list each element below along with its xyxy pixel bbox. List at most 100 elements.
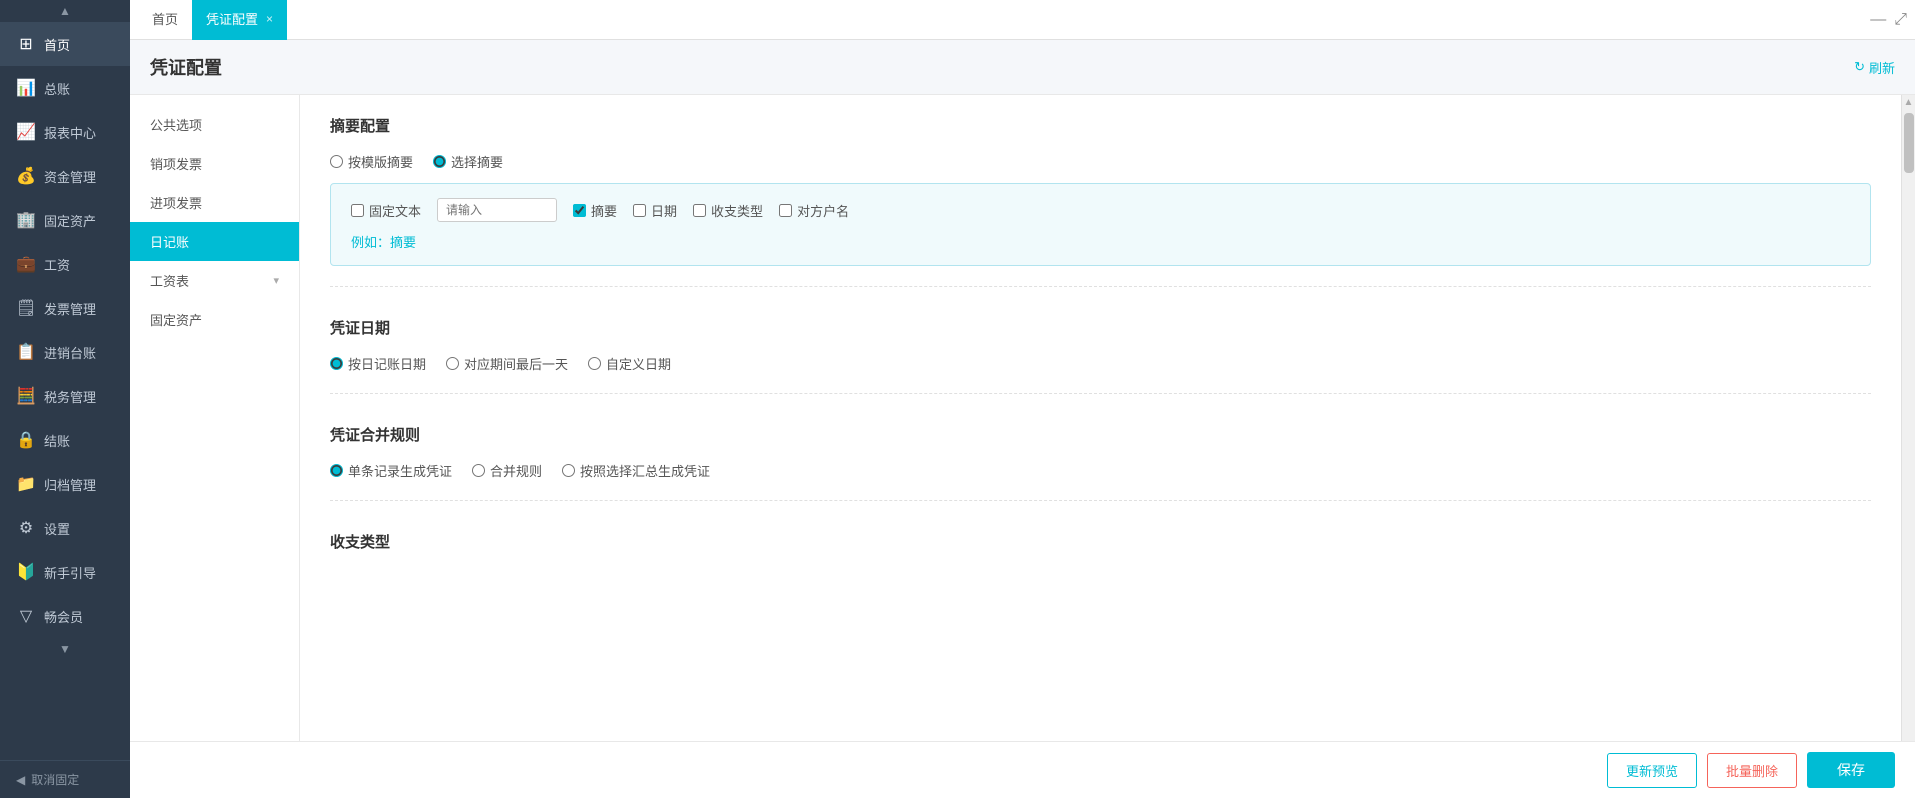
sidebar-item-report[interactable]: 📈 报表中心 (0, 110, 130, 154)
summary-checkbox-row: 固定文本 摘要 日期 收支类型 (351, 198, 1850, 222)
nav-item-journal[interactable]: 日记账 (130, 222, 299, 261)
checkbox-date[interactable]: 日期 (633, 201, 677, 220)
fund-icon: 💰 (16, 166, 36, 186)
scroll-up-arrow[interactable]: ▲ (1902, 95, 1915, 109)
guide-icon: 🔰 (16, 562, 36, 582)
sidebar-item-home[interactable]: ⊞ 首页 (0, 22, 130, 66)
merge-radio-by-selection[interactable]: 按照选择汇总生成凭证 (562, 461, 710, 480)
ledger-icon: 📊 (16, 78, 36, 98)
left-nav: 公共选项 销项发票 进项发票 日记账 工资表 ▾ 固定资产 (130, 95, 300, 741)
nav-item-purchase-invoice[interactable]: 进项发票 (130, 183, 299, 222)
checkbox-fixed-text[interactable]: 固定文本 (351, 201, 421, 220)
summary-select-radio[interactable] (433, 155, 446, 168)
sidebar-item-ledger[interactable]: 📊 总账 (0, 66, 130, 110)
summary-example: 例如：摘要 (351, 232, 1850, 251)
date-radio-custom[interactable]: 自定义日期 (588, 354, 671, 373)
minimize-button[interactable]: — (1870, 11, 1886, 29)
member-icon: ▽ (16, 606, 36, 626)
merge-selection-radio[interactable] (562, 464, 575, 477)
sidebar-item-tax[interactable]: 🧮 税务管理 (0, 374, 130, 418)
tab-voucher-config[interactable]: 凭证配置 × (192, 0, 287, 40)
page-title: 凭证配置 (150, 54, 222, 80)
maximize-button[interactable]: ⤢ (1894, 11, 1907, 29)
fixed-text-checkbox[interactable] (351, 204, 364, 217)
date-journal-radio[interactable] (330, 357, 343, 370)
sidebar-item-sales[interactable]: 📋 进销台账 (0, 330, 130, 374)
tab-close-icon[interactable]: × (266, 12, 273, 26)
pin-icon: ◀ (16, 773, 25, 787)
merge-radio-group: 单条记录生成凭证 合并规则 按照选择汇总生成凭证 (330, 461, 1871, 480)
sidebar-item-fund[interactable]: 💰 资金管理 (0, 154, 130, 198)
summary-config-box: 固定文本 摘要 日期 收支类型 (330, 183, 1871, 266)
merge-section: 凭证合并规则 单条记录生成凭证 合并规则 按照选择汇总生成凭证 (330, 424, 1871, 501)
nav-item-sales-invoice[interactable]: 销项发票 (130, 144, 299, 183)
counterpart-checkbox[interactable] (779, 204, 792, 217)
summary-radio-group: 按模版摘要 选择摘要 (330, 152, 1871, 171)
right-scrollbar[interactable]: ▲ (1901, 95, 1915, 741)
merge-radio-single[interactable]: 单条记录生成凭证 (330, 461, 452, 480)
archive-icon: 📁 (16, 474, 36, 494)
income-type-checkbox[interactable] (693, 204, 706, 217)
sidebar-item-asset[interactable]: 🏢 固定资产 (0, 198, 130, 242)
salary-icon: 💼 (16, 254, 36, 274)
sales-icon: 📋 (16, 342, 36, 362)
sidebar-scroll-down[interactable]: ▼ (0, 638, 130, 660)
nav-item-payroll[interactable]: 工资表 ▾ (130, 261, 299, 300)
summary-radio-select[interactable]: 选择摘要 (433, 152, 503, 171)
merge-single-radio[interactable] (330, 464, 343, 477)
sidebar-item-invoice[interactable]: 🗒 发票管理 (0, 286, 130, 330)
checkbox-summary[interactable]: 摘要 (573, 201, 617, 220)
nav-item-fixed-asset[interactable]: 固定资产 (130, 300, 299, 339)
date-custom-radio[interactable] (588, 357, 601, 370)
sidebar-item-settings[interactable]: ⚙ 设置 (0, 506, 130, 550)
checkbox-income-type[interactable]: 收支类型 (693, 201, 763, 220)
summary-section-title: 摘要配置 (330, 115, 1871, 136)
sidebar-item-member[interactable]: ▽ 畅会员 (0, 594, 130, 638)
tab-right-actions: — ⤢ (1870, 11, 1907, 29)
summary-section: 摘要配置 按模版摘要 选择摘要 固定文本 (330, 115, 1871, 287)
sidebar-item-salary[interactable]: 💼 工资 (0, 242, 130, 286)
sidebar-item-close[interactable]: 🔒 结账 (0, 418, 130, 462)
summary-radio-template[interactable]: 按模版摘要 (330, 152, 413, 171)
date-radio-last-day[interactable]: 对应期间最后一天 (446, 354, 568, 373)
refresh-button[interactable]: ↻ 刷新 (1854, 58, 1895, 77)
date-section-title: 凭证日期 (330, 317, 1871, 338)
settings-icon: ⚙ (16, 518, 36, 538)
date-radio-group: 按日记账日期 对应期间最后一天 自定义日期 (330, 354, 1871, 373)
sidebar-item-archive[interactable]: 📁 归档管理 (0, 462, 130, 506)
income-type-section-title: 收支类型 (330, 531, 1871, 552)
page-header: 凭证配置 ↻ 刷新 (130, 40, 1915, 95)
bottom-bar: 更新预览 批量删除 保存 (130, 741, 1915, 798)
save-button[interactable]: 保存 (1807, 752, 1895, 788)
merge-merge-radio[interactable] (472, 464, 485, 477)
date-last-day-radio[interactable] (446, 357, 459, 370)
report-icon: 📈 (16, 122, 36, 142)
summary-template-radio[interactable] (330, 155, 343, 168)
sidebar-scroll-up[interactable]: ▲ (0, 0, 130, 22)
merge-radio-merge[interactable]: 合并规则 (472, 461, 542, 480)
chevron-down-icon: ▾ (273, 274, 279, 287)
close-account-icon: 🔒 (16, 430, 36, 450)
tax-icon: 🧮 (16, 386, 36, 406)
tab-home[interactable]: 首页 (138, 0, 192, 40)
sidebar-unpin-button[interactable]: ◀ 取消固定 (0, 760, 130, 798)
refresh-icon: ↻ (1854, 59, 1865, 75)
summary-checkbox[interactable] (573, 204, 586, 217)
income-type-section: 收支类型 (330, 531, 1871, 588)
checkbox-counterpart[interactable]: 对方户名 (779, 201, 849, 220)
home-icon: ⊞ (16, 34, 36, 54)
tab-bar: 首页 凭证配置 × — ⤢ (130, 0, 1915, 40)
main-content: 摘要配置 按模版摘要 选择摘要 固定文本 (300, 95, 1901, 741)
merge-section-title: 凭证合并规则 (330, 424, 1871, 445)
fixed-text-input[interactable] (437, 198, 557, 222)
sidebar: ▲ ⊞ 首页 📊 总账 📈 报表中心 💰 资金管理 🏢 固定资产 💼 工资 🗒 … (0, 0, 130, 798)
nav-item-public[interactable]: 公共选项 (130, 105, 299, 144)
content-layout: 公共选项 销项发票 进项发票 日记账 工资表 ▾ 固定资产 摘要配置 (130, 95, 1915, 741)
update-preview-button[interactable]: 更新预览 (1607, 753, 1697, 788)
date-radio-journal[interactable]: 按日记账日期 (330, 354, 426, 373)
batch-delete-button[interactable]: 批量删除 (1707, 753, 1797, 788)
scroll-thumb[interactable] (1904, 113, 1914, 173)
sidebar-item-guide[interactable]: 🔰 新手引导 (0, 550, 130, 594)
date-checkbox[interactable] (633, 204, 646, 217)
date-section: 凭证日期 按日记账日期 对应期间最后一天 自定义日期 (330, 317, 1871, 394)
